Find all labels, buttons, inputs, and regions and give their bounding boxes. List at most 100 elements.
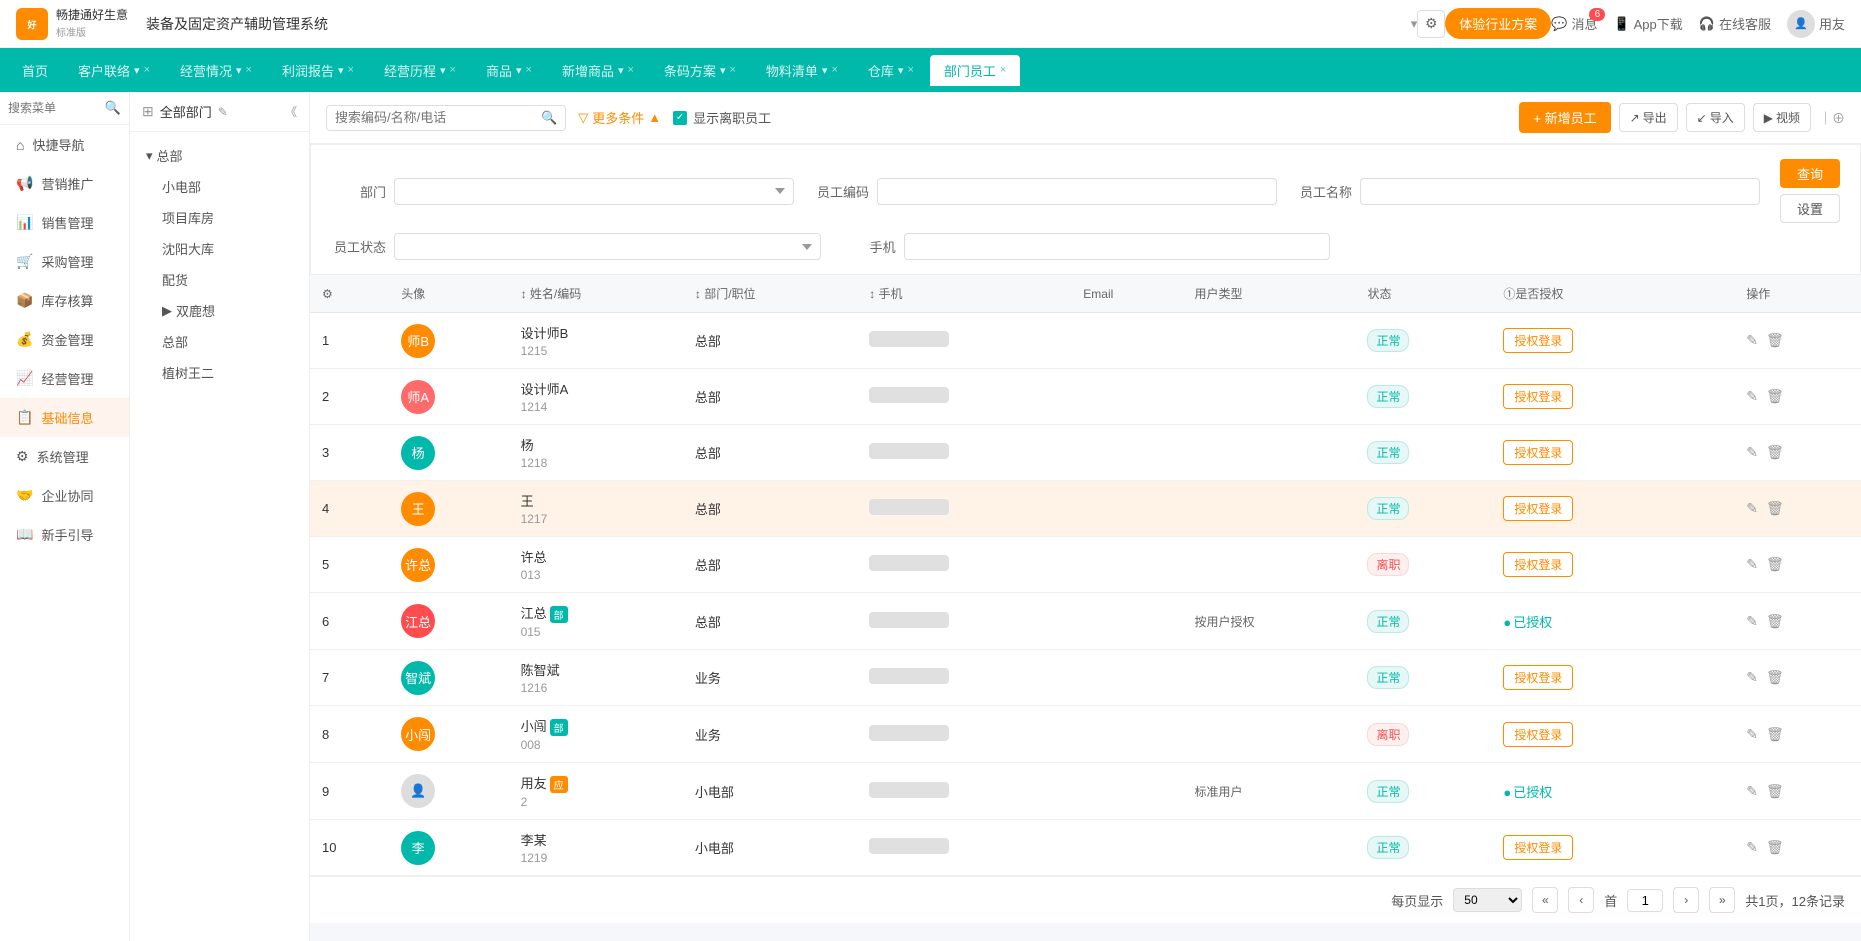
filter-settings-button[interactable]: 设置 [1780, 194, 1840, 223]
dept-item-zongbu[interactable]: 总部 [142, 326, 309, 357]
settings-button[interactable]: ⚙ [1417, 10, 1445, 38]
edit-icon[interactable]: ✎ [1746, 839, 1758, 856]
first-page-button[interactable]: « [1532, 887, 1558, 913]
user-menu-button[interactable]: 👤 用友 [1787, 10, 1845, 38]
auth-login-button[interactable]: 授权登录 [1503, 440, 1573, 465]
auth-login-button[interactable]: 授权登录 [1503, 835, 1573, 860]
try-industry-button[interactable]: 体验行业方案 [1445, 8, 1551, 39]
sidebar-search-input[interactable] [8, 101, 99, 115]
tab-department[interactable]: 部门员工× [930, 55, 1020, 86]
dept-item-project[interactable]: 项目库房 [142, 202, 309, 233]
emp-name-input[interactable] [1360, 178, 1760, 205]
auth-login-button[interactable]: 授权登录 [1503, 384, 1573, 409]
more-actions-icon[interactable]: ｜⊕ [1819, 108, 1845, 127]
auth-login-button[interactable]: 授权登录 [1503, 552, 1573, 577]
auth-login-button[interactable]: 授权登录 [1503, 496, 1573, 521]
tab-barcode[interactable]: 条码方案▾× [650, 55, 750, 86]
sidebar-item-sales[interactable]: 📊 销售管理 [0, 203, 129, 242]
prev-page-button[interactable]: ‹ [1568, 887, 1594, 913]
add-employee-button[interactable]: + 新增员工 [1519, 102, 1610, 133]
app-download-button[interactable]: 📱 App下载 [1613, 14, 1682, 33]
more-conditions-button[interactable]: ▽ 更多条件 ▲ [578, 108, 661, 127]
tab-home[interactable]: 首页 [8, 55, 62, 86]
sidebar-item-collab[interactable]: 🤝 企业协同 [0, 476, 129, 515]
edit-icon[interactable]: ✎ [1746, 726, 1758, 743]
col-dept[interactable]: ↕ 部门/职位 [683, 275, 857, 313]
dept-select[interactable] [394, 178, 794, 205]
sidebar-item-guide[interactable]: 📖 新手引导 [0, 515, 129, 554]
tab-close-icon[interactable]: × [627, 64, 633, 76]
edit-icon[interactable]: ✎ [1746, 669, 1758, 686]
edit-icon[interactable]: ✎ [1746, 613, 1758, 630]
dept-item-zhishu[interactable]: 植树王二 [142, 357, 309, 388]
edit-icon[interactable]: ✎ [1746, 783, 1758, 800]
auth-login-button[interactable]: 授权登录 [1503, 665, 1573, 690]
tab-customer[interactable]: 客户联络▾× [64, 55, 164, 86]
sidebar-item-bizmanage[interactable]: 📈 经营管理 [0, 359, 129, 398]
tab-close-icon[interactable]: × [450, 64, 456, 76]
show-resigned-toggle[interactable]: ✓ 显示离职员工 [673, 108, 771, 127]
online-service-button[interactable]: 🎧 在线客服 [1699, 14, 1771, 33]
message-button[interactable]: 💬 消息 6 [1551, 14, 1597, 33]
tab-history[interactable]: 经营历程▾× [370, 55, 470, 86]
tab-close-icon[interactable]: × [246, 64, 252, 76]
dept-item-shuanglu[interactable]: ▶ 双鹿想 [142, 295, 309, 326]
auth-login-button[interactable]: 授权登录 [1503, 722, 1573, 747]
delete-icon[interactable]: 🗑 [1766, 444, 1784, 461]
delete-icon[interactable]: 🗑 [1766, 613, 1784, 630]
auth-login-button[interactable]: 授权登录 [1503, 328, 1573, 353]
page-number-input[interactable] [1627, 889, 1663, 912]
sidebar-item-system[interactable]: ⚙ 系统管理 [0, 437, 129, 476]
sidebar-item-marketing[interactable]: 📢 营销推广 [0, 164, 129, 203]
edit-icon[interactable]: ✎ [1746, 388, 1758, 405]
delete-icon[interactable]: 🗑 [1766, 332, 1784, 349]
dept-item-shenyang[interactable]: 沈阳大库 [142, 233, 309, 264]
dept-item-general[interactable]: ▾ 总部 [130, 140, 309, 171]
sidebar-item-basicinfo[interactable]: 📋 基础信息 [0, 398, 129, 437]
tab-close-icon[interactable]: × [348, 64, 354, 76]
sidebar-item-finance[interactable]: 💰 资金管理 [0, 320, 129, 359]
tab-bom[interactable]: 物料清单▾× [752, 55, 852, 86]
emp-code-input[interactable] [877, 178, 1277, 205]
delete-icon[interactable]: 🗑 [1766, 500, 1784, 517]
col-name[interactable]: ↕ 姓名/编码 [509, 275, 683, 313]
col-phone[interactable]: ↕ 手机 [857, 275, 1071, 313]
edit-dept-icon[interactable]: ✎ [218, 105, 228, 119]
per-page-select[interactable]: 50 20 100 [1453, 888, 1522, 912]
tab-add-product[interactable]: 新增商品▾× [548, 55, 648, 86]
delete-icon[interactable]: 🗑 [1766, 556, 1784, 573]
dept-item-distribution[interactable]: 配货 [142, 264, 309, 295]
tab-close-icon[interactable]: × [729, 64, 735, 76]
query-button[interactable]: 查询 [1780, 159, 1840, 188]
employee-search-input[interactable] [335, 110, 535, 125]
tab-close-icon[interactable]: × [1000, 64, 1006, 76]
emp-status-select[interactable] [394, 233, 821, 260]
last-page-button[interactable]: » [1709, 887, 1735, 913]
tab-close-icon[interactable]: × [831, 64, 837, 76]
import-button[interactable]: ↙ 导入 [1686, 103, 1745, 132]
tab-close-icon[interactable]: × [526, 64, 532, 76]
delete-icon[interactable]: 🗑 [1766, 388, 1784, 405]
tab-profit[interactable]: 利润报告▾× [268, 55, 368, 86]
edit-icon[interactable]: ✎ [1746, 444, 1758, 461]
tab-products[interactable]: 商品▾× [472, 55, 546, 86]
delete-icon[interactable]: 🗑 [1766, 839, 1784, 856]
sidebar-item-quicknav[interactable]: ⌂ 快捷导航 [0, 125, 129, 164]
export-button[interactable]: ↗ 导出 [1619, 103, 1678, 132]
col-settings[interactable]: ⚙ [310, 275, 389, 313]
next-page-button[interactable]: › [1673, 887, 1699, 913]
edit-icon[interactable]: ✎ [1746, 332, 1758, 349]
tab-close-icon[interactable]: × [907, 64, 913, 76]
phone-input[interactable] [904, 233, 1331, 260]
dept-item-xiaodibu[interactable]: 小电部 [142, 171, 309, 202]
video-button[interactable]: ▶ 视频 [1753, 103, 1811, 132]
sidebar-item-inventory[interactable]: 📦 库存核算 [0, 281, 129, 320]
collapse-icon[interactable]: 《 [285, 103, 297, 120]
sidebar-item-purchase[interactable]: 🛒 采购管理 [0, 242, 129, 281]
tab-close-icon[interactable]: × [144, 64, 150, 76]
tab-operation[interactable]: 经营情况▾× [166, 55, 266, 86]
edit-icon[interactable]: ✎ [1746, 556, 1758, 573]
tab-warehouse[interactable]: 仓库▾× [854, 55, 928, 86]
edit-icon[interactable]: ✎ [1746, 500, 1758, 517]
delete-icon[interactable]: 🗑 [1766, 783, 1784, 800]
